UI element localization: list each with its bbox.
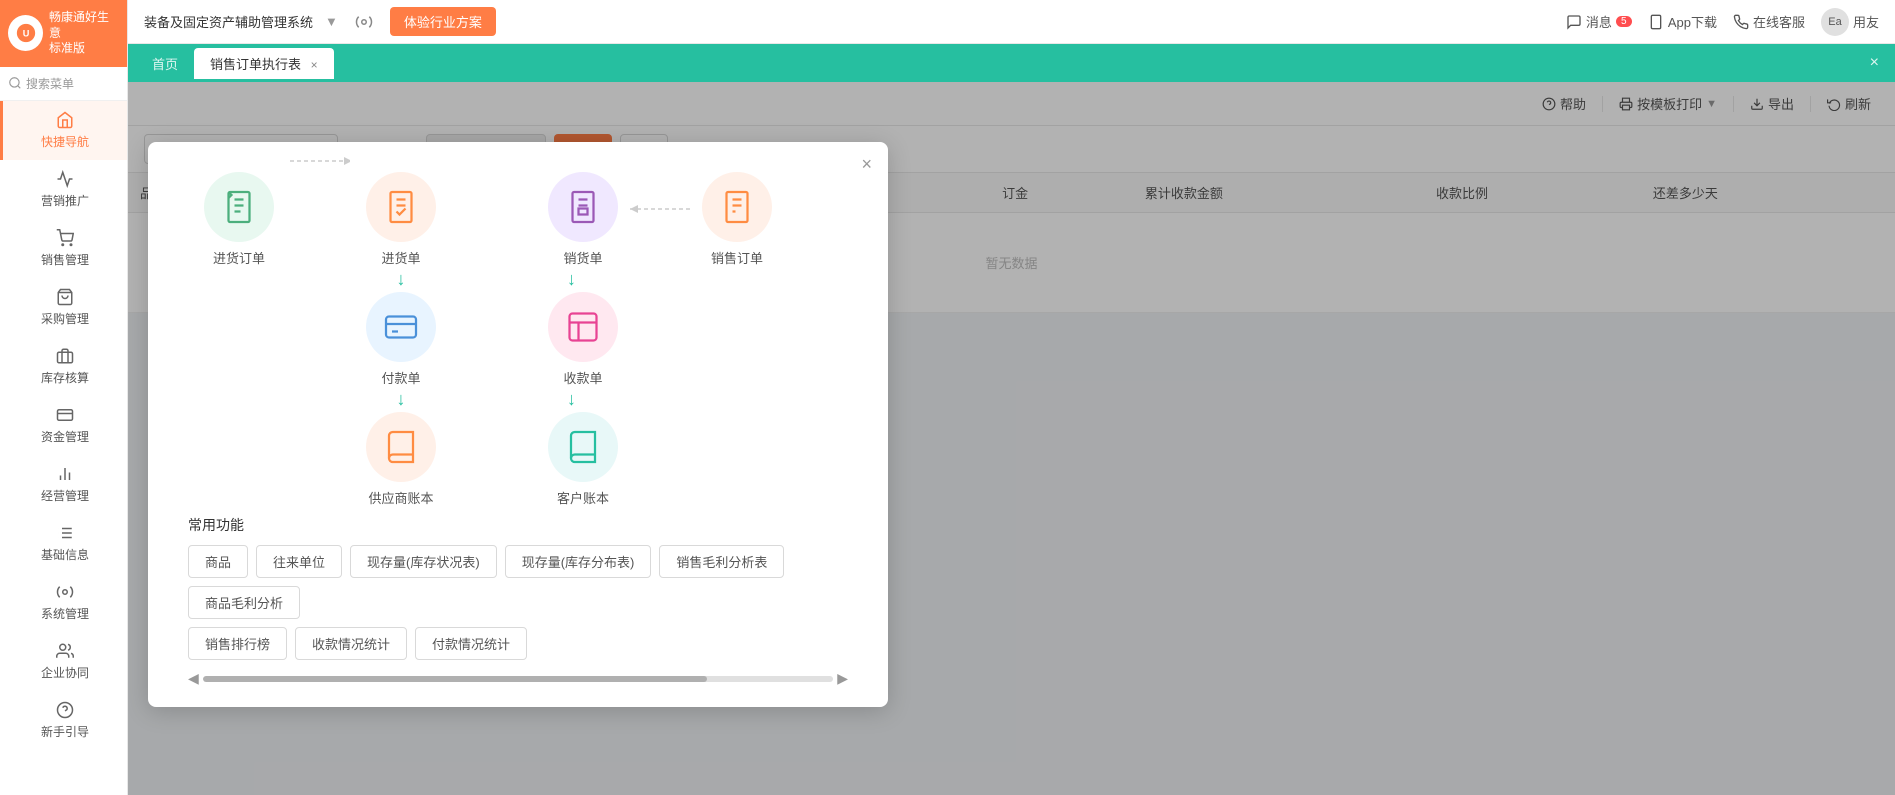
flow-node-purchase-order: 进货订单 [204, 172, 274, 267]
modal-overlay: × 进货订单 [128, 82, 1895, 795]
flow-node-customer-ledger: 客户账本 [548, 412, 618, 507]
sidebar-item-inventory[interactable]: 库存核算 [0, 337, 127, 396]
flow-node-supplier-ledger: 供应商账本 [366, 412, 436, 507]
flow-right-col: 销货单 销售订单 [532, 172, 788, 507]
func-btn-payment-stats[interactable]: 付款情况统计 [415, 627, 527, 660]
func-btn-receipt-stats[interactable]: 收款情况统计 [295, 627, 407, 660]
common-functions-title: 常用功能 [188, 515, 848, 535]
modal-close-btn[interactable]: × [861, 154, 872, 175]
sidebar: U 畅康通好生意 标准版 搜索菜单 快捷导航 营销推广 销售管理 [0, 0, 128, 795]
search-menu[interactable]: 搜索菜单 [0, 67, 127, 101]
func-btn-stock-dist[interactable]: 现存量(库存分布表) [505, 545, 652, 578]
func-btn-sales-profit[interactable]: 销售毛利分析表 [659, 545, 784, 578]
try-button[interactable]: 体验行业方案 [390, 7, 496, 36]
flow-diagram: 进货订单 进 [188, 172, 848, 507]
flow-node-purchase-bill: 进货单 [366, 172, 436, 267]
header: 装备及固定资产辅助管理系统 ▼ 体验行业方案 消息 5 App下载 在线客服 [128, 0, 1895, 44]
flow-left-col: 进货订单 [188, 172, 290, 267]
modal-scrollbar: ◀ ▶ [188, 670, 848, 687]
func-btn-product-profit[interactable]: 商品毛利分析 [188, 586, 300, 619]
sidebar-item-guide[interactable]: 新手引导 [0, 691, 127, 750]
tab-sales-exec[interactable]: 销售订单执行表 × [194, 48, 334, 79]
flow-label-purchase-bill: 进货单 [381, 248, 420, 267]
common-functions: 常用功能 商品 往来单位 现存量(库存状况表) 现存量(库存分布表) 销售毛利分… [188, 515, 848, 660]
func-btn-sales-rank[interactable]: 销售排行榜 [188, 627, 287, 660]
flow-node-sales-order: 销售订单 [702, 172, 772, 267]
system-name: 装备及固定资产辅助管理系统 [144, 12, 313, 31]
flow-label-payment: 付款单 [381, 368, 420, 387]
sidebar-item-finance[interactable]: 资金管理 [0, 396, 127, 455]
sidebar-item-marketing[interactable]: 营销推广 [0, 160, 127, 219]
sidebar-item-sales[interactable]: 销售管理 [0, 219, 127, 278]
tab-close-icon[interactable]: × [311, 58, 318, 72]
flow-arrow-left-1 [630, 202, 690, 216]
flow-arrow-down-2: ↓ [397, 389, 406, 410]
logo-text: 畅康通好生意 标准版 [49, 10, 119, 57]
main-area: 装备及固定资产辅助管理系统 ▼ 体验行业方案 消息 5 App下载 在线客服 [128, 0, 1895, 795]
scroll-thumb [203, 676, 707, 682]
flow-arrow-down-1: ↓ [397, 269, 406, 290]
func-buttons-row1: 商品 往来单位 现存量(库存状况表) 现存量(库存分布表) 销售毛利分析表 商品… [188, 545, 848, 619]
app-download-btn[interactable]: App下载 [1648, 12, 1717, 31]
func-btn-product[interactable]: 商品 [188, 545, 248, 578]
flow-label-purchase-order: 进货订单 [213, 248, 265, 267]
logo-icon: U [8, 15, 43, 51]
sidebar-logo: U 畅康通好生意 标准版 [0, 0, 127, 67]
scroll-left-arrow[interactable]: ◀ [188, 670, 199, 687]
sidebar-item-basic[interactable]: 基础信息 [0, 514, 127, 573]
sidebar-item-system[interactable]: 系统管理 [0, 573, 127, 632]
settings-icon[interactable] [350, 8, 378, 36]
svg-text:U: U [22, 29, 29, 39]
header-right: 消息 5 App下载 在线客服 Ea 用友 [1566, 8, 1879, 36]
scroll-right-arrow[interactable]: ▶ [837, 670, 848, 687]
flow-arrow-down-3: ↓ [567, 269, 576, 290]
tab-bar: 首页 销售订单执行表 × × [128, 44, 1895, 82]
online-service-btn[interactable]: 在线客服 [1733, 12, 1805, 31]
flow-label-receipt: 收款单 [563, 368, 602, 387]
sidebar-item-cooperation[interactable]: 企业协同 [0, 632, 127, 691]
user-info[interactable]: Ea 用友 [1821, 8, 1879, 36]
func-btn-contacts[interactable]: 往来单位 [256, 545, 342, 578]
tab-home[interactable]: 首页 [136, 48, 194, 79]
sidebar-item-purchase[interactable]: 采购管理 [0, 278, 127, 337]
dropdown-arrow[interactable]: ▼ [325, 14, 338, 29]
content-area: 帮助 按模板打印 ▼ 导出 刷新 [128, 82, 1895, 795]
flow-node-sales-bill: 销货单 [548, 172, 618, 267]
flow-arrow-right-1 [290, 154, 350, 190]
sidebar-item-quick[interactable]: 快捷导航 [0, 101, 127, 160]
flow-label-sales-bill: 销货单 [563, 248, 602, 267]
message-btn[interactable]: 消息 5 [1566, 12, 1632, 31]
scroll-track[interactable] [203, 676, 833, 682]
flow-label-sales-order: 销售订单 [711, 248, 763, 267]
avatar: Ea [1821, 8, 1849, 36]
flow-node-receipt: 收款单 [548, 292, 618, 387]
flow-arrow-down-4: ↓ [567, 389, 576, 410]
func-buttons-row2: 销售排行榜 收款情况统计 付款情况统计 [188, 627, 848, 660]
flow-label-supplier-ledger: 供应商账本 [368, 488, 433, 507]
sidebar-item-operation[interactable]: 经营管理 [0, 455, 127, 514]
tab-bar-close-btn[interactable]: × [1862, 54, 1887, 72]
sidebar-nav: 快捷导航 营销推广 销售管理 采购管理 库存核算 资金管理 [0, 101, 127, 795]
flow-label-customer-ledger: 客户账本 [557, 488, 609, 507]
flow-node-payment: 付款单 [366, 292, 436, 387]
modal: × 进货订单 [148, 142, 888, 707]
func-btn-stock-status[interactable]: 现存量(库存状况表) [350, 545, 497, 578]
flow-mid-col: 进货单 ↓ 付款单 ↓ [350, 172, 452, 507]
